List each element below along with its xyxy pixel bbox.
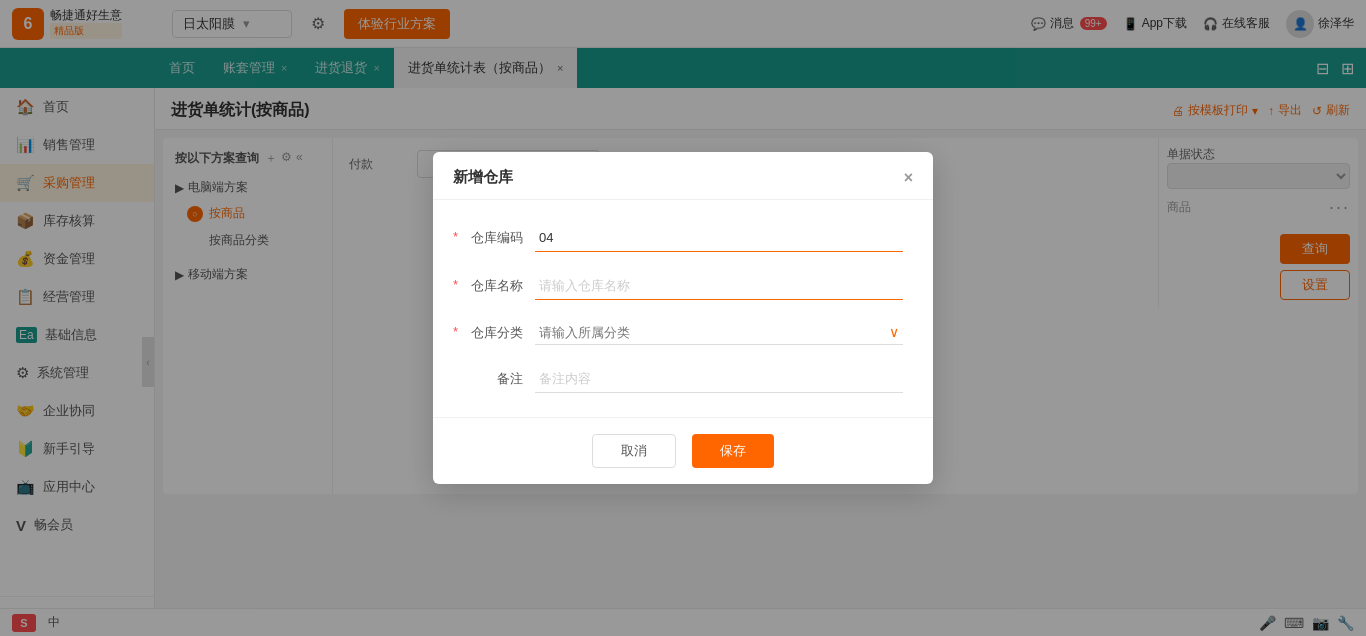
- dialog-title: 新增仓库: [453, 168, 513, 187]
- dialog-code-row: 仓库编码: [463, 224, 903, 252]
- modal-overlay[interactable]: 新增仓库 × 仓库编码 仓库名称 仓库分类 ∨: [0, 0, 1366, 636]
- dialog-name-input[interactable]: [535, 272, 903, 300]
- dialog-category-row: 仓库分类 ∨: [463, 320, 903, 345]
- dialog-note-row: 备注: [463, 365, 903, 393]
- cancel-button[interactable]: 取消: [592, 434, 676, 468]
- dialog-category-wrapper: ∨: [535, 320, 903, 345]
- dialog-code-input[interactable]: [535, 224, 903, 252]
- dialog-code-label: 仓库编码: [463, 229, 523, 247]
- save-button[interactable]: 保存: [692, 434, 774, 468]
- dialog-note-input[interactable]: [535, 365, 903, 393]
- dialog-category-label: 仓库分类: [463, 324, 523, 342]
- dialog-name-row: 仓库名称: [463, 272, 903, 300]
- dialog-close-icon[interactable]: ×: [904, 169, 913, 187]
- dialog-category-input[interactable]: [539, 325, 889, 340]
- dialog-name-label: 仓库名称: [463, 277, 523, 295]
- dialog-header: 新增仓库 ×: [433, 152, 933, 200]
- dialog-category-arrow-icon[interactable]: ∨: [889, 324, 899, 340]
- dialog-footer: 取消 保存: [433, 417, 933, 484]
- new-warehouse-dialog: 新增仓库 × 仓库编码 仓库名称 仓库分类 ∨: [433, 152, 933, 484]
- dialog-note-label: 备注: [463, 370, 523, 388]
- dialog-body: 仓库编码 仓库名称 仓库分类 ∨ 备注: [433, 200, 933, 417]
